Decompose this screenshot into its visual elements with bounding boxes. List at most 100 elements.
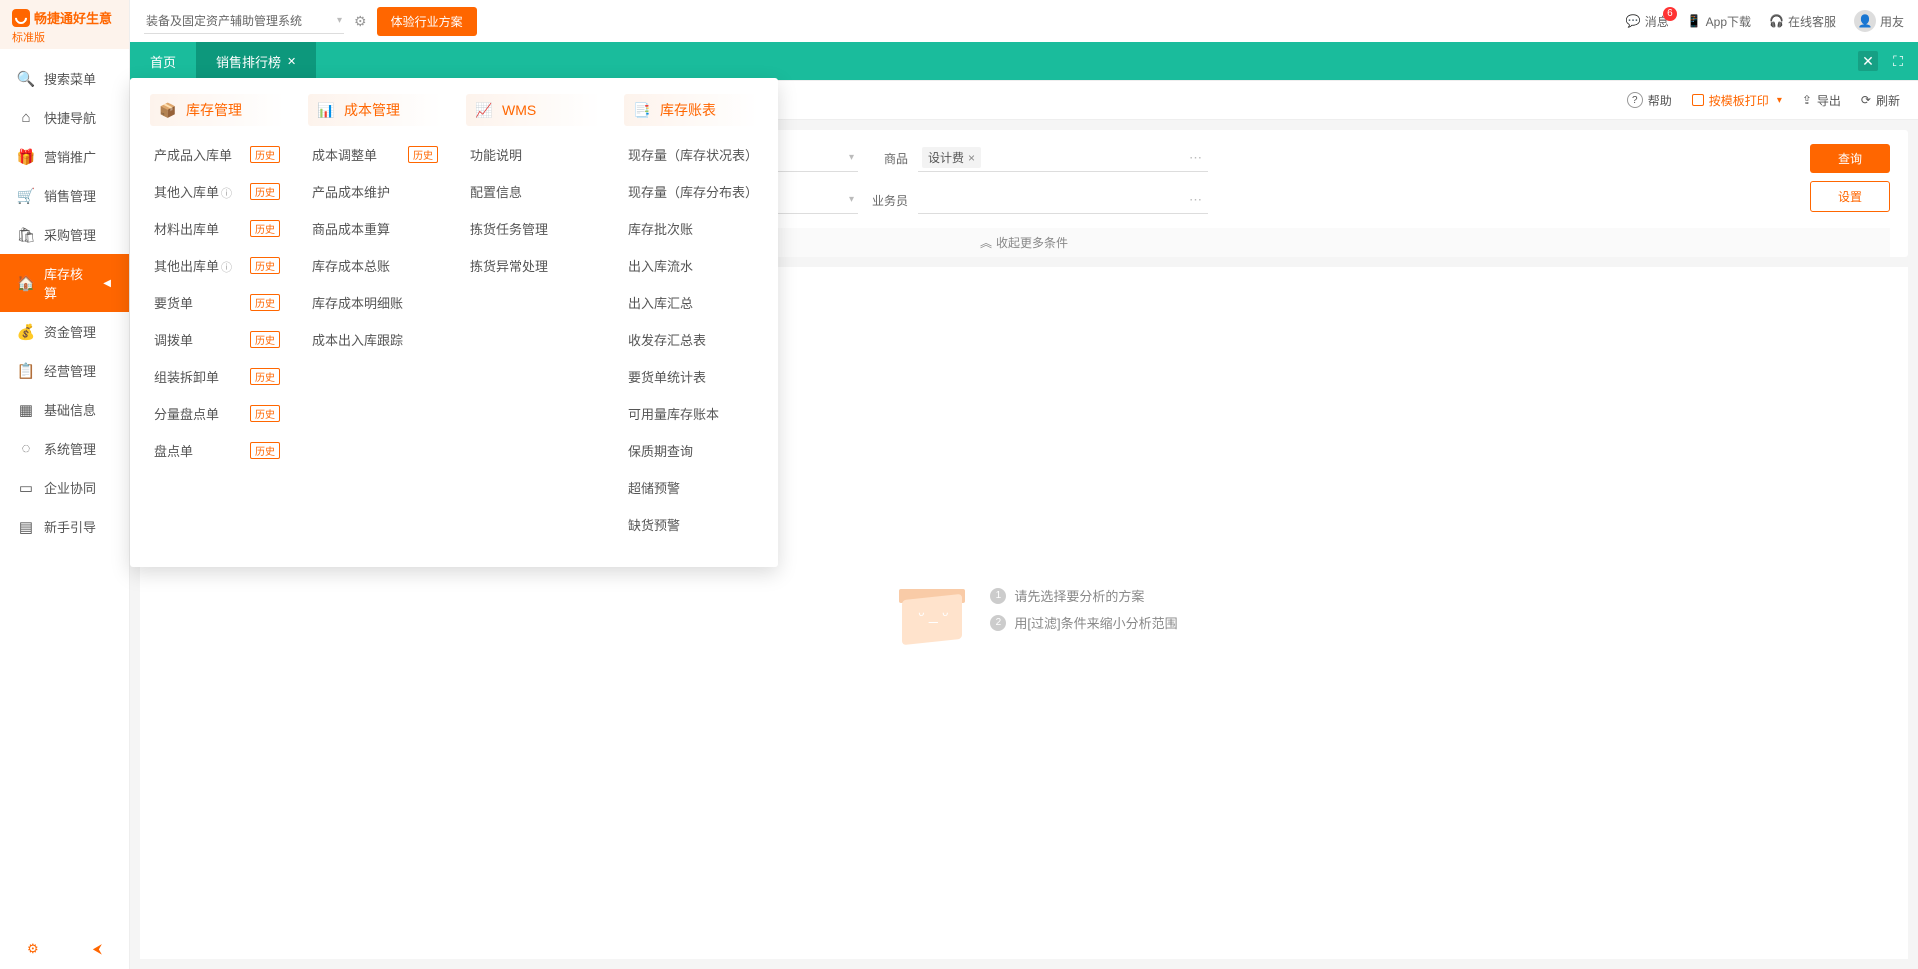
mega-menu-item[interactable]: 可用量库存账本 (624, 395, 758, 432)
mega-menu-item[interactable]: 功能说明 (466, 136, 600, 173)
help-button[interactable]: 帮助 (1627, 92, 1672, 109)
mega-menu-item[interactable]: 材料出库单历史 (150, 210, 284, 247)
collapse-sidebar-icon[interactable] (93, 941, 102, 957)
mega-menu-item[interactable]: 库存成本明细账 (308, 284, 442, 321)
bag-icon: 🛍 (18, 227, 34, 243)
settings-button[interactable]: 设置 (1810, 181, 1890, 212)
system-select[interactable]: 装备及固定资产辅助管理系统 ▾ (144, 8, 344, 34)
mega-menu-item[interactable]: 分量盘点单历史 (150, 395, 284, 432)
topbar-service[interactable]: 在线客服 (1769, 13, 1836, 30)
mega-menu-item[interactable]: 现存量（库存状况表） (624, 136, 758, 173)
topbar-actions: 消息 6 App下载 在线客服 👤 用友 (1626, 10, 1904, 32)
filter-product-input[interactable]: 设计费 × ⋯ (918, 144, 1208, 172)
chat-icon (1626, 14, 1641, 28)
topbar-app-download[interactable]: App下载 (1687, 13, 1751, 30)
sidebar-item-operation[interactable]: 📋经营管理 (0, 351, 129, 390)
mega-menu-item[interactable]: 现存量（库存分布表） (624, 173, 758, 210)
mega-column: 📦库存管理产成品入库单历史其他入库单ⓘ历史材料出库单历史其他出库单ⓘ历史要货单历… (138, 94, 296, 543)
sidebar: 畅捷通好生意 标准版 🔍搜索菜单 ⌂快捷导航 🎁营销推广 🛒销售管理 🛍采购管理… (0, 0, 130, 969)
history-badge: 历史 (250, 368, 280, 385)
more-icon[interactable]: ⋯ (1189, 150, 1204, 166)
close-tab-icon[interactable]: ✕ (287, 55, 296, 68)
refresh-icon (1861, 93, 1871, 107)
sidebar-item-purchase[interactable]: 🛍采购管理 (0, 215, 129, 254)
tab-home[interactable]: 首页 (130, 42, 196, 80)
remove-tag-icon[interactable]: × (968, 151, 975, 165)
mega-header-title: 成本管理 (344, 100, 400, 120)
mega-header-title: WMS (502, 102, 536, 118)
mega-menu-item[interactable]: 其他出库单ⓘ历史 (150, 247, 284, 284)
mega-menu-item[interactable]: 盘点单历史 (150, 432, 284, 469)
logo-area: 畅捷通好生意 标准版 (0, 0, 129, 49)
mega-column-header: 📑库存账表 (624, 94, 758, 126)
sidebar-item-fund[interactable]: 💰资金管理 (0, 312, 129, 351)
mega-menu-item[interactable]: 产成品入库单历史 (150, 136, 284, 173)
sidebar-footer (0, 929, 129, 969)
tabsbar-close-icon[interactable]: ✕ (1858, 51, 1878, 71)
history-badge: 历史 (250, 146, 280, 163)
mega-menu-item[interactable]: 其他入库单ⓘ历史 (150, 173, 284, 210)
mega-menu-item[interactable]: 拣货异常处理 (466, 247, 600, 284)
print-template-button[interactable]: 按模板打印 (1692, 92, 1782, 109)
history-badge: 历史 (250, 257, 280, 274)
mega-menu-item[interactable]: 保质期查询 (624, 432, 758, 469)
mega-menu-item[interactable]: 超储预警 (624, 469, 758, 506)
system-settings-icon[interactable] (354, 13, 367, 30)
book-icon: ▤ (18, 519, 34, 535)
avatar-icon: 👤 (1854, 10, 1876, 32)
sidebar-item-collab[interactable]: ▭企业协同 (0, 468, 129, 507)
topbar-messages[interactable]: 消息 6 (1626, 13, 1669, 30)
fullscreen-icon[interactable]: ⛶ (1888, 51, 1908, 71)
mega-column: 📈WMS功能说明配置信息拣货任务管理拣货异常处理 (454, 94, 612, 543)
mega-menu-item[interactable]: 调拨单历史 (150, 321, 284, 358)
clipboard-icon: 📋 (18, 363, 34, 379)
sidebar-item-guide[interactable]: ▤新手引导 (0, 507, 129, 546)
mega-menu-item[interactable]: 要货单统计表 (624, 358, 758, 395)
mega-menu-item[interactable]: 组装拆卸单历史 (150, 358, 284, 395)
query-button[interactable]: 查询 (1810, 144, 1890, 173)
settings-icon[interactable] (27, 941, 39, 957)
topbar-user[interactable]: 👤 用友 (1854, 10, 1904, 32)
filter-salesman-label: 业务员 (858, 192, 918, 209)
export-button[interactable]: 导出 (1802, 92, 1841, 109)
industry-button[interactable]: 体验行业方案 (377, 7, 477, 36)
brand-logo: 畅捷通好生意 (12, 8, 117, 27)
history-badge: 历史 (250, 405, 280, 422)
mega-menu-item[interactable]: 配置信息 (466, 173, 600, 210)
more-icon[interactable]: ⋯ (1189, 192, 1204, 208)
sidebar-item-basic[interactable]: ▦基础信息 (0, 390, 129, 429)
history-badge: 历史 (408, 146, 438, 163)
filter-salesman-input[interactable]: ⋯ (918, 186, 1208, 214)
mega-header-icon: 📦 (158, 100, 178, 120)
refresh-button[interactable]: 刷新 (1861, 92, 1900, 109)
sidebar-item-search[interactable]: 🔍搜索菜单 (0, 59, 129, 98)
sidebar-item-sales[interactable]: 🛒销售管理 (0, 176, 129, 215)
mega-menu-item[interactable]: 产品成本维护 (308, 173, 442, 210)
mega-header-title: 库存账表 (660, 100, 716, 120)
empty-state: ᵕ _ ᵕ 1 请先选择要分析的方案 2 用[过滤]条件来缩小分析范围 (870, 573, 1177, 653)
mega-menu-item[interactable]: 收发存汇总表 (624, 321, 758, 358)
mega-menu-item[interactable]: 库存成本总账 (308, 247, 442, 284)
history-badge: 历史 (250, 442, 280, 459)
mega-menu-item[interactable]: 成本出入库跟踪 (308, 321, 442, 358)
logo-icon (12, 9, 30, 27)
mega-menu-item[interactable]: 出入库流水 (624, 247, 758, 284)
history-badge: 历史 (250, 220, 280, 237)
sidebar-item-inventory[interactable]: 🏠库存核算◀ (0, 254, 129, 312)
search-icon: 🔍 (18, 71, 34, 87)
mega-menu-item[interactable]: 库存批次账 (624, 210, 758, 247)
mega-menu-item[interactable]: 要货单历史 (150, 284, 284, 321)
tab-sales-ranking[interactable]: 销售排行榜 ✕ (196, 42, 316, 80)
mega-column-header: 📦库存管理 (150, 94, 284, 126)
headset-icon (1769, 14, 1784, 28)
mega-menu-item[interactable]: 商品成本重算 (308, 210, 442, 247)
info-icon: ⓘ (221, 262, 232, 274)
mega-menu-item[interactable]: 出入库汇总 (624, 284, 758, 321)
mega-menu-item[interactable]: 成本调整单历史 (308, 136, 442, 173)
sidebar-item-marketing[interactable]: 🎁营销推广 (0, 137, 129, 176)
sidebar-item-system[interactable]: ◌系统管理 (0, 429, 129, 468)
mega-column: 📑库存账表现存量（库存状况表）现存量（库存分布表）库存批次账出入库流水出入库汇总… (612, 94, 770, 543)
mega-menu-item[interactable]: 缺货预警 (624, 506, 758, 543)
sidebar-item-quicknav[interactable]: ⌂快捷导航 (0, 98, 129, 137)
mega-menu-item[interactable]: 拣货任务管理 (466, 210, 600, 247)
